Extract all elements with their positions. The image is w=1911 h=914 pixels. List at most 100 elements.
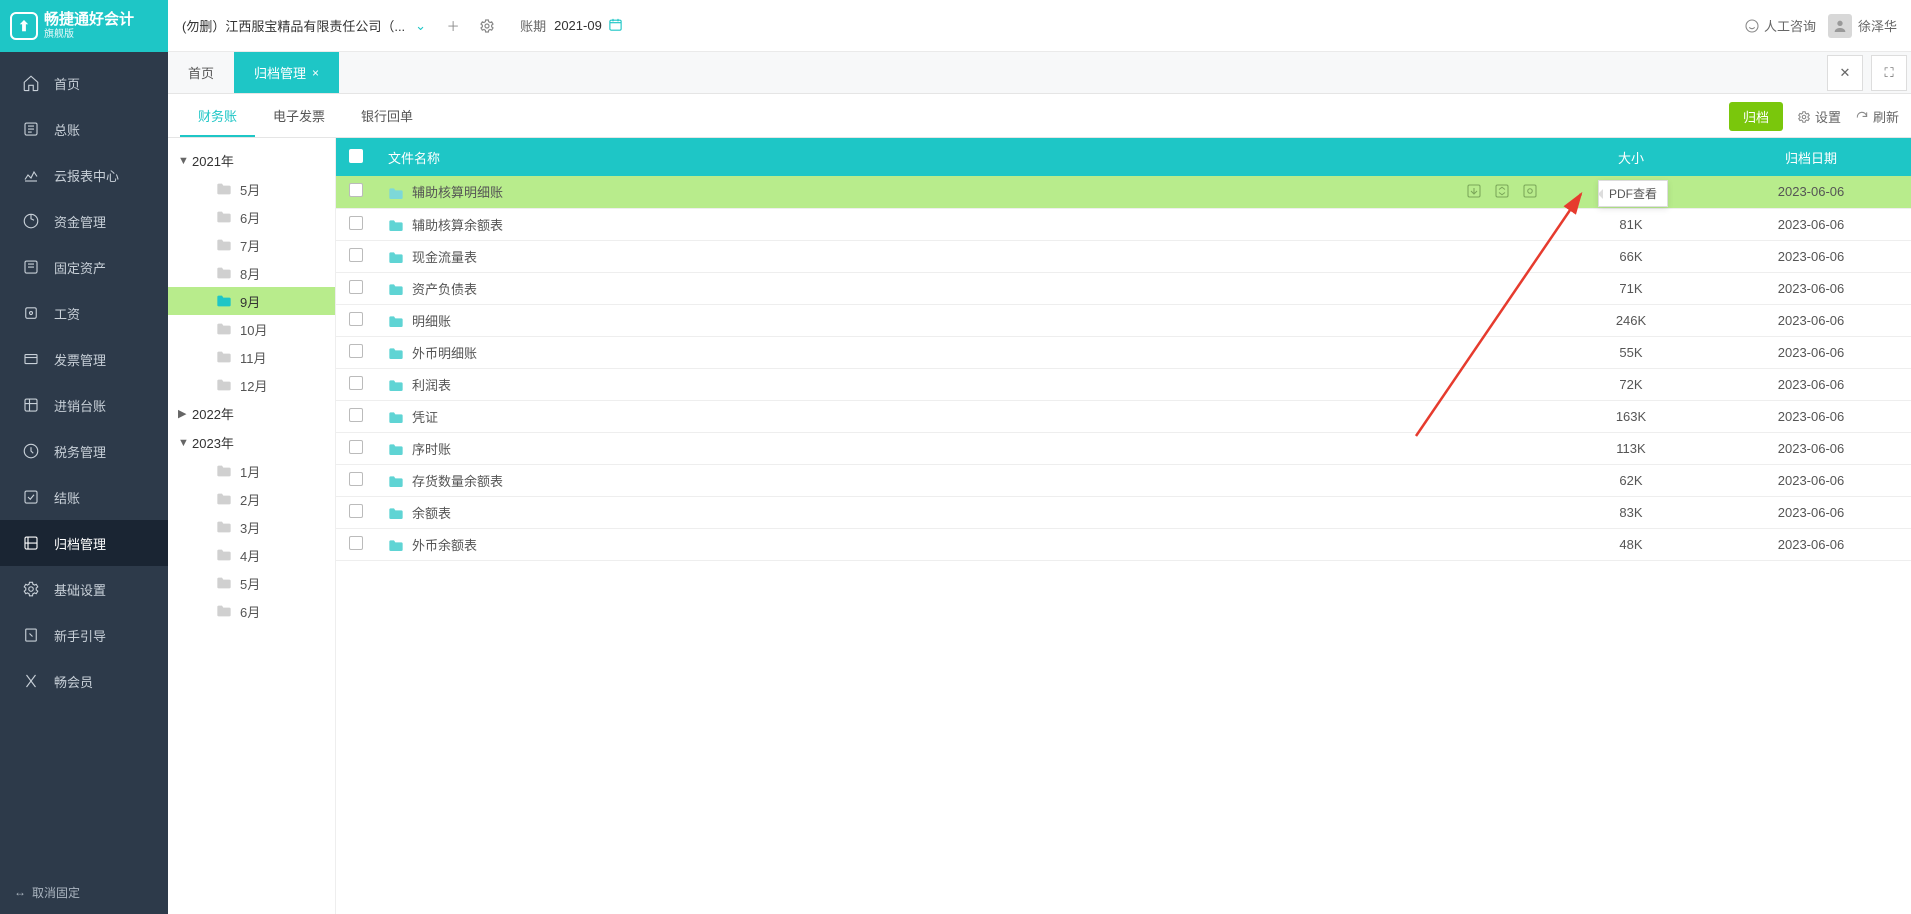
nav-item-6[interactable]: 发票管理: [0, 336, 168, 382]
nav-item-10[interactable]: 归档管理: [0, 520, 168, 566]
nav-icon-10: [22, 534, 40, 552]
tree-month-2-1[interactable]: 2月: [168, 485, 335, 513]
nav-item-12[interactable]: 新手引导: [0, 612, 168, 658]
consult-link[interactable]: 人工咨询: [1744, 16, 1816, 35]
company-selector[interactable]: (勿删）江西服宝精品有限责任公司（...: [182, 16, 405, 35]
row-checkbox[interactable]: [349, 376, 363, 390]
tabs-bar: 首页归档管理× ✕ ⛶: [168, 52, 1911, 94]
tree-month-2-3[interactable]: 4月: [168, 541, 335, 569]
row-checkbox[interactable]: [349, 248, 363, 262]
row-checkbox[interactable]: [349, 216, 363, 230]
tree-month-0-6[interactable]: 11月: [168, 343, 335, 371]
gear-icon[interactable]: [474, 13, 500, 39]
nav-item-1[interactable]: 总账: [0, 106, 168, 152]
avatar-icon: [1828, 14, 1852, 38]
row-checkbox[interactable]: [349, 504, 363, 518]
table-row[interactable]: 资产负债表71K2023-06-06: [336, 272, 1911, 304]
nav-label: 总账: [54, 120, 80, 139]
tree-month-0-3[interactable]: 8月: [168, 259, 335, 287]
row-action-0-icon[interactable]: [1465, 182, 1483, 200]
row-checkbox[interactable]: [349, 440, 363, 454]
tab-1[interactable]: 归档管理×: [234, 52, 339, 93]
settings-link[interactable]: 设置: [1797, 107, 1841, 126]
tree-month-2-0[interactable]: 1月: [168, 457, 335, 485]
row-checkbox[interactable]: [349, 280, 363, 294]
folder-icon: [216, 520, 232, 534]
table-row[interactable]: 余额表83K2023-06-06: [336, 496, 1911, 528]
subtab-1[interactable]: 电子发票: [255, 96, 343, 137]
row-checkbox[interactable]: [349, 312, 363, 326]
nav-label: 基础设置: [54, 580, 106, 599]
nav-icon-11: [22, 580, 40, 598]
table-row[interactable]: 辅助核算明细账16K2023-06-06: [336, 176, 1911, 208]
nav-item-4[interactable]: 固定资产: [0, 244, 168, 290]
tree-month-2-5[interactable]: 6月: [168, 597, 335, 625]
table-row[interactable]: 现金流量表66K2023-06-06: [336, 240, 1911, 272]
tree-year-2[interactable]: ▼2023年: [168, 428, 335, 457]
tree-month-label: 4月: [240, 546, 260, 565]
table-row[interactable]: 辅助核算余额表81K2023-06-06: [336, 208, 1911, 240]
nav-item-0[interactable]: 首页: [0, 60, 168, 106]
row-checkbox[interactable]: [349, 408, 363, 422]
tab-close-icon[interactable]: ×: [312, 66, 319, 80]
table-row[interactable]: 存货数量余额表62K2023-06-06: [336, 464, 1911, 496]
tree-month-0-7[interactable]: 12月: [168, 371, 335, 399]
archive-button[interactable]: 归档: [1729, 102, 1783, 131]
file-size: 83K: [1551, 496, 1711, 528]
row-checkbox[interactable]: [349, 472, 363, 486]
add-icon[interactable]: ＋: [440, 13, 466, 39]
nav-item-5[interactable]: 工资: [0, 290, 168, 336]
row-checkbox[interactable]: [349, 536, 363, 550]
select-all-checkbox[interactable]: [349, 149, 363, 163]
nav-item-9[interactable]: 结账: [0, 474, 168, 520]
tree-month-0-2[interactable]: 7月: [168, 231, 335, 259]
close-all-tabs-button[interactable]: ✕: [1827, 55, 1863, 91]
tree-month-label: 6月: [240, 208, 260, 227]
folder-icon: [388, 315, 404, 329]
nav-item-3[interactable]: 资金管理: [0, 198, 168, 244]
row-checkbox[interactable]: [349, 183, 363, 197]
subtab-2[interactable]: 银行回单: [343, 96, 431, 137]
tree-month-label: 11月: [240, 348, 267, 367]
row-checkbox[interactable]: [349, 344, 363, 358]
tree-year-1[interactable]: ▶2022年: [168, 399, 335, 428]
nav-item-8[interactable]: 税务管理: [0, 428, 168, 474]
nav-item-11[interactable]: 基础设置: [0, 566, 168, 612]
tree-month-label: 2月: [240, 490, 260, 509]
file-size: 48K: [1551, 528, 1711, 560]
folder-icon: [216, 294, 232, 308]
table-row[interactable]: 利润表72K2023-06-06: [336, 368, 1911, 400]
nav-icon-13: [22, 672, 40, 690]
nav-item-2[interactable]: 云报表中心: [0, 152, 168, 198]
folder-icon: [388, 187, 404, 201]
row-action-2-icon[interactable]: [1521, 182, 1539, 200]
user-menu[interactable]: 徐泽华: [1828, 14, 1897, 38]
tree-month-label: 6月: [240, 602, 260, 621]
fullscreen-button[interactable]: ⛶: [1871, 55, 1907, 91]
tree-year-0[interactable]: ▼2021年: [168, 146, 335, 175]
period-value[interactable]: 2021-09: [554, 18, 602, 33]
calendar-icon[interactable]: [608, 17, 623, 35]
sidebar-unpin[interactable]: ↔ 取消固定: [0, 870, 168, 914]
chevron-down-icon[interactable]: ⌄: [415, 18, 426, 34]
row-action-1-icon[interactable]: [1493, 182, 1511, 200]
tree-month-0-4[interactable]: 9月: [168, 287, 335, 315]
table-row[interactable]: 序时账113K2023-06-06: [336, 432, 1911, 464]
tree-month-0-1[interactable]: 6月: [168, 203, 335, 231]
table-row[interactable]: 外币余额表48K2023-06-06: [336, 528, 1911, 560]
col-date: 归档日期: [1711, 138, 1911, 176]
refresh-link[interactable]: 刷新: [1855, 107, 1899, 126]
nav-item-13[interactable]: 畅会员: [0, 658, 168, 704]
nav-item-7[interactable]: 进销台账: [0, 382, 168, 428]
tree-month-0-0[interactable]: 5月: [168, 175, 335, 203]
tree-month-2-4[interactable]: 5月: [168, 569, 335, 597]
subtab-0[interactable]: 财务账: [180, 96, 255, 137]
table-row[interactable]: 外币明细账55K2023-06-06: [336, 336, 1911, 368]
nav-label: 结账: [54, 488, 80, 507]
tab-0[interactable]: 首页: [168, 52, 234, 93]
tree-month-2-2[interactable]: 3月: [168, 513, 335, 541]
table-row[interactable]: 明细账246K2023-06-06: [336, 304, 1911, 336]
table-row[interactable]: 凭证163K2023-06-06: [336, 400, 1911, 432]
tree-month-0-5[interactable]: 10月: [168, 315, 335, 343]
file-date: 2023-06-06: [1711, 464, 1911, 496]
